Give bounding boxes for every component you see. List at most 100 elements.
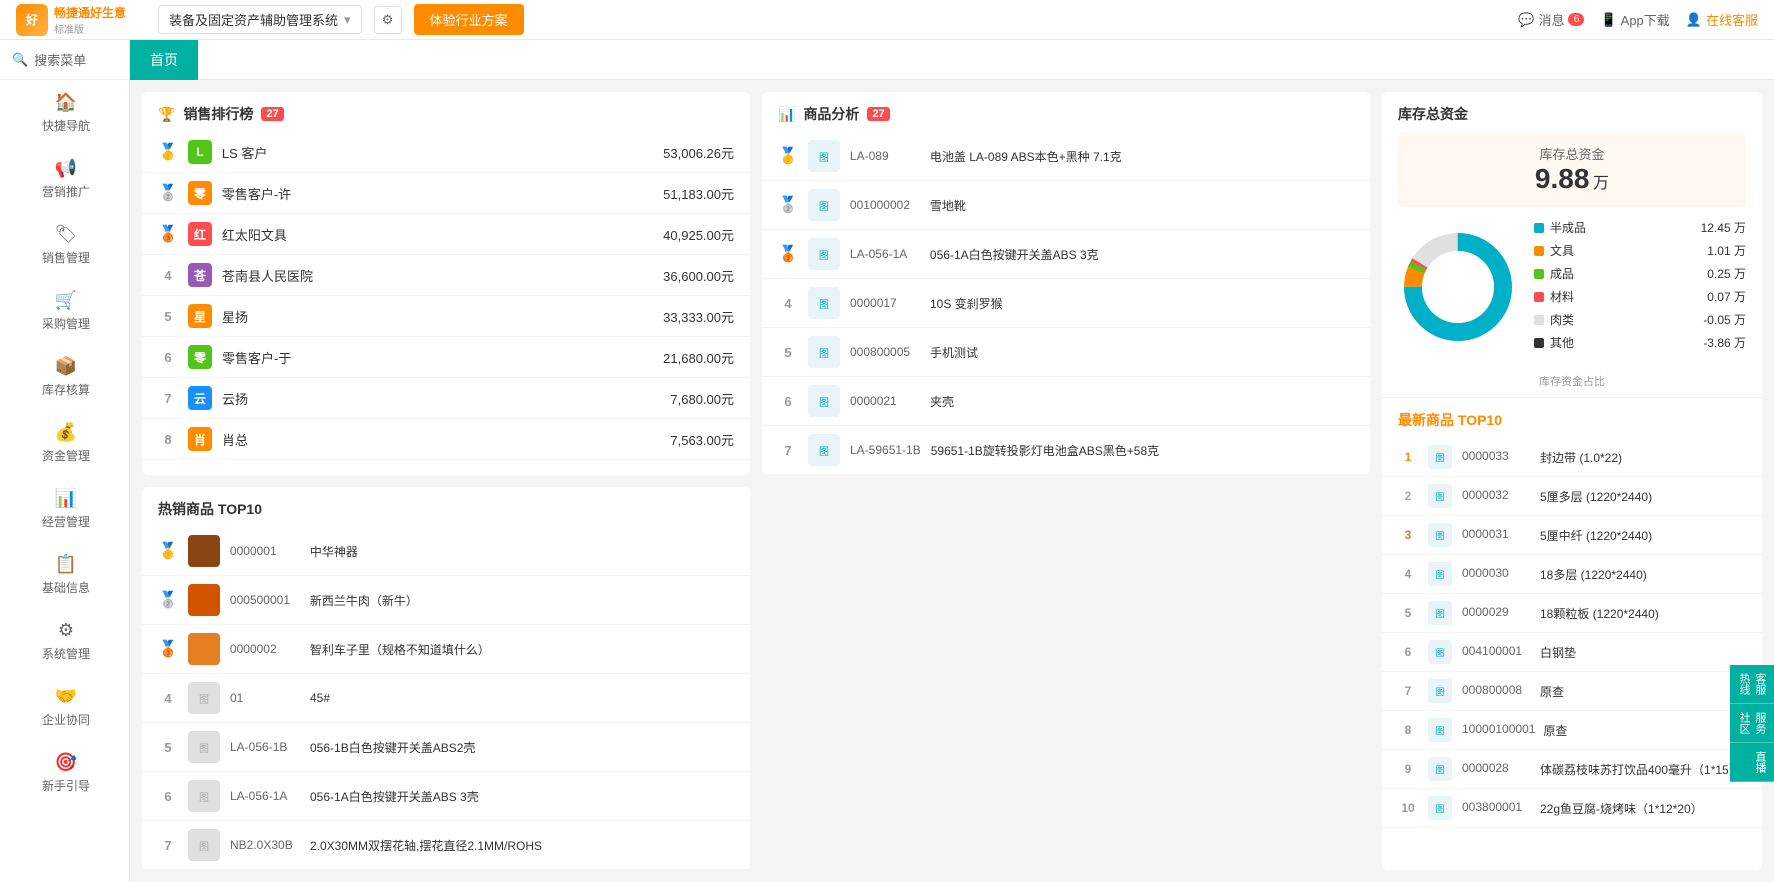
online-service-button[interactable]: 👤 在线客服 xyxy=(1686,10,1758,29)
float-live-button[interactable]: 直播 xyxy=(1730,743,1774,782)
sidebar-item-coop[interactable]: 🤝 企业协同 xyxy=(0,674,129,740)
float-service-button[interactable]: 客服热线 xyxy=(1730,665,1774,704)
sidebar-item-marketing[interactable]: 📢 营销推广 xyxy=(0,146,129,212)
new-product-code: 004100001 xyxy=(1462,644,1532,661)
sidebar-label-inventory: 库存核算 xyxy=(42,381,90,398)
customer-name: 红太阳文具 xyxy=(222,225,653,244)
product-name: 59651-1B旋转投影灯电池盒ABS黑色+58克 xyxy=(931,442,1354,459)
notification-badge: 6 xyxy=(1568,13,1584,26)
search-menu-label: 搜索菜单 xyxy=(34,50,86,69)
new-products-header: 最新商品 TOP10 xyxy=(1382,398,1762,438)
sidebar-label-purchase: 采购管理 xyxy=(42,315,90,332)
legend-color-dot xyxy=(1534,246,1544,256)
tab-home[interactable]: 首页 xyxy=(130,40,198,80)
new-product-code: 0000032 xyxy=(1462,488,1532,505)
new-product-thumbnail: 图 xyxy=(1428,679,1452,703)
customer-name: 零售客户-于 xyxy=(222,348,653,367)
sidebar-item-quicknav[interactable]: 🏠 快捷导航 xyxy=(0,80,129,146)
sidebar-label-guide: 新手引导 xyxy=(42,777,90,794)
sidebar-item-sales[interactable]: 🏷 销售管理 xyxy=(0,212,129,278)
sales-ranking-header: 🏆 销售排行榜 27 xyxy=(142,92,750,132)
new-product-row: 3 图 0000031 5厘中纤 (1220*2440) xyxy=(1382,516,1762,555)
products-ranking-header: 📊 商品分析 27 xyxy=(762,92,1370,132)
sidebar-label-operation: 经营管理 xyxy=(42,513,90,530)
home-icon: 🏠 xyxy=(55,92,77,113)
legend-category: 材料 xyxy=(1550,288,1701,305)
logo-text-block: 畅捷通好生意 标准版 xyxy=(54,4,126,36)
customer-avatar: L xyxy=(188,140,212,164)
legend-color-dot xyxy=(1534,292,1544,302)
sidebar-item-operation[interactable]: 📊 经营管理 xyxy=(0,476,129,542)
sidebar-item-system[interactable]: ⚙ 系统管理 xyxy=(0,608,129,674)
hot-products-header: 热销商品 TOP10 xyxy=(142,487,750,527)
rank-number: 4 xyxy=(778,296,798,311)
silver-medal-icon: 🥈 xyxy=(158,590,178,610)
customer-avatar: 苍 xyxy=(188,263,212,287)
bronze-medal-icon: 🥉 xyxy=(778,244,798,264)
sidebar-label-system: 系统管理 xyxy=(42,645,90,662)
legend-category: 成品 xyxy=(1550,265,1701,282)
sidebar-label-sales: 销售管理 xyxy=(42,249,90,266)
hot-product-row: 5 图 LA-056-1B 056-1B白色按键开关盖ABS2壳 xyxy=(142,723,750,772)
hot-product-row: 7 图 NB2.0X30B 2.0X30MM双摆花轴,摆花直径2.1MM/ROH… xyxy=(142,821,750,870)
sales-rank-row: 6 零 零售客户-于 21,680.00元 xyxy=(142,337,750,378)
customer-name: 云扬 xyxy=(222,389,660,408)
product-code: LA-089 xyxy=(850,149,920,163)
settings-button[interactable]: ⚙ xyxy=(374,6,402,34)
product-name: 电池盖 LA-089 ABS本色+黑种 7.1克 xyxy=(930,148,1354,165)
customer-avatar: 零 xyxy=(188,345,212,369)
float-community-button[interactable]: 服务社区 xyxy=(1730,704,1774,743)
sidebar-label-finance: 资金管理 xyxy=(42,447,90,464)
online-service-label: 在线客服 xyxy=(1706,10,1758,29)
new-product-code: 0000029 xyxy=(1462,605,1532,622)
rank-number: 7 xyxy=(778,443,798,458)
notification-button[interactable]: 💬 消息 6 xyxy=(1518,10,1584,29)
product-name: 雪地靴 xyxy=(930,197,1354,214)
hot-products-card: 热销商品 TOP10 🥇 0000001 中华神器 🥈 000500001 新西… xyxy=(142,487,750,870)
product-name: 056-1A白色按键开关盖ABS 3克 xyxy=(930,246,1354,263)
new-product-name: 18颗粒板 (1220*2440) xyxy=(1540,605,1659,622)
finance-icon: 💰 xyxy=(55,422,77,443)
rank-number: 7 xyxy=(158,391,178,406)
legend-item: 材料 0.07 万 xyxy=(1534,288,1746,305)
search-menu-item[interactable]: 🔍 搜索菜单 xyxy=(0,40,129,80)
gold-medal-icon: 🥇 xyxy=(778,146,798,166)
logo-main-text: 畅捷通好生意 xyxy=(54,4,126,21)
product-rank-row: 7 图 LA-59651-1B 59651-1B旋转投影灯电池盒ABS黑色+58… xyxy=(762,426,1370,475)
search-icon: 🔍 xyxy=(12,52,28,68)
new-product-info: 0000032 5厘多层 (1220*2440) xyxy=(1462,488,1652,505)
inventory-summary: 库存总资金 9.88 万 xyxy=(1398,132,1746,207)
rank-number: 5 xyxy=(778,345,798,360)
customer-name: 苍南县人民医院 xyxy=(222,266,653,285)
hot-product-name: 智利车子里（规格不知道填什么） xyxy=(310,641,734,658)
sidebar-item-purchase[interactable]: 🛒 采购管理 xyxy=(0,278,129,344)
app-download-button[interactable]: 📱 App下载 xyxy=(1600,10,1669,29)
sidebar-item-inventory[interactable]: 📦 库存核算 xyxy=(0,344,129,410)
customer-avatar: 云 xyxy=(188,386,212,410)
product-code: 0000021 xyxy=(850,394,920,408)
new-product-rank: 3 xyxy=(1398,528,1418,542)
logo-sub-text: 标准版 xyxy=(54,21,126,36)
sales-rank-row: 4 苍 苍南县人民医院 36,600.00元 xyxy=(142,255,750,296)
sidebar-item-basic[interactable]: 📋 基础信息 xyxy=(0,542,129,608)
rank-number: 6 xyxy=(778,394,798,409)
gold-medal-icon: 🥇 xyxy=(158,541,178,561)
float-buttons: 客服热线 服务社区 直播 xyxy=(1730,665,1774,782)
new-product-info: 004100001 白钢垫 xyxy=(1462,644,1576,661)
hot-product-code: 0000002 xyxy=(230,642,300,656)
new-product-info: 003800001 22g鱼豆腐-烧烤味（1*12*20） xyxy=(1462,800,1703,817)
purchase-icon: 🛒 xyxy=(55,290,77,311)
new-product-row: 4 图 0000030 18多层 (1220*2440) xyxy=(1382,555,1762,594)
new-product-code: 0000033 xyxy=(1462,449,1532,466)
product-code: 0000017 xyxy=(850,296,920,310)
trial-button[interactable]: 体验行业方案 xyxy=(414,4,524,35)
hot-products-list: 🥇 0000001 中华神器 🥈 000500001 新西兰牛肉（新牛） 🥉 0… xyxy=(142,527,750,870)
new-product-name: 原查 xyxy=(1540,683,1564,700)
content-area: 首页 🏆 销售排行榜 27 🥇 L LS 客户 53,006.26元 🥈 零 零… xyxy=(130,40,1774,882)
sidebar-item-finance[interactable]: 💰 资金管理 xyxy=(0,410,129,476)
product-rank-row: 6 图 0000021 夹壳 xyxy=(762,377,1370,426)
system-selector[interactable]: 装备及固定资产辅助管理系统 ▾ xyxy=(158,5,362,34)
chart-icon: 📊 xyxy=(778,106,795,123)
sidebar-item-guide[interactable]: 🎯 新手引导 xyxy=(0,740,129,806)
chevron-down-icon: ▾ xyxy=(344,12,351,28)
